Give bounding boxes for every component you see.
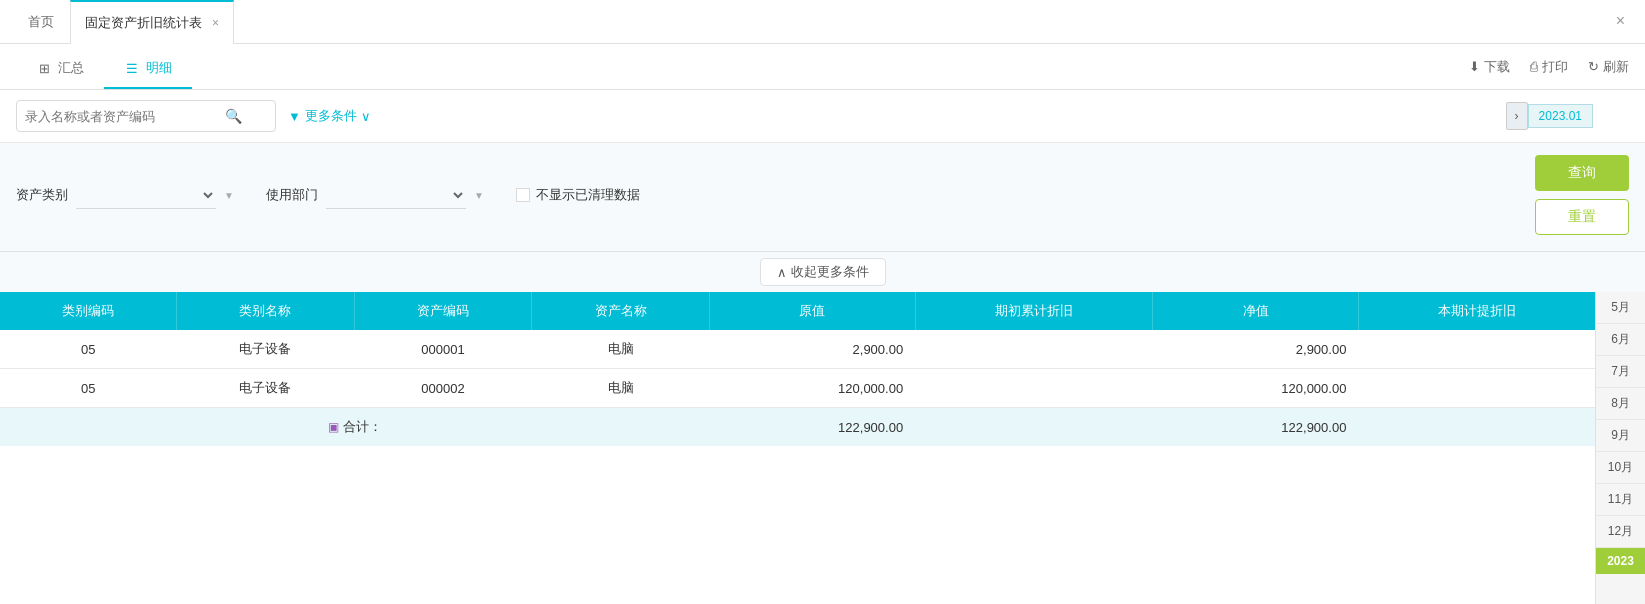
- tab-summary-label: 汇总: [58, 59, 84, 77]
- nav-tab[interactable]: 固定资产折旧统计表 ×: [70, 0, 234, 44]
- col-header-category: 类别名称: [177, 292, 355, 330]
- nav-home[interactable]: 首页: [16, 0, 66, 44]
- collapse-icon: ∧: [777, 265, 787, 280]
- cell-asset-code: 000001: [354, 330, 532, 369]
- cell-category: 电子设备: [177, 369, 355, 408]
- month-item[interactable]: 9月: [1596, 420, 1646, 452]
- col-header-code: 类别编码: [0, 292, 177, 330]
- search-input[interactable]: [25, 109, 225, 124]
- chevron-right-btn[interactable]: ›: [1506, 102, 1528, 130]
- sum-label: 合计：: [343, 418, 382, 436]
- asset-type-label: 资产类别: [16, 186, 68, 204]
- more-filter-button[interactable]: ▼ 更多条件 ∨: [288, 107, 371, 125]
- search-icon: 🔍: [225, 108, 242, 124]
- dept-dropdown-icon: ▼: [474, 190, 484, 201]
- collapse-label: 收起更多条件: [791, 263, 869, 281]
- sum-accum-depr: [915, 408, 1153, 447]
- month-item[interactable]: 8月: [1596, 388, 1646, 420]
- sum-label-cell: ▣ 合计：: [0, 408, 710, 447]
- year-badge: 2023: [1596, 548, 1646, 574]
- cell-original: 2,900.00: [710, 330, 916, 369]
- query-button[interactable]: 查询: [1535, 155, 1629, 191]
- print-icon: ⎙: [1530, 59, 1538, 74]
- month-item[interactable]: 12月: [1596, 516, 1646, 548]
- reset-button[interactable]: 重置: [1535, 199, 1629, 235]
- sum-net-value: 122,900.00: [1153, 408, 1359, 447]
- no-cleared-label: 不显示已清理数据: [536, 186, 640, 204]
- cell-asset-name: 电脑: [532, 369, 710, 408]
- no-cleared-filter: 不显示已清理数据: [516, 186, 640, 204]
- month-item[interactable]: 6月: [1596, 324, 1646, 356]
- tab-detail[interactable]: ☰ 明细: [104, 49, 192, 89]
- cell-asset-code: 000002: [354, 369, 532, 408]
- dept-label: 使用部门: [266, 186, 318, 204]
- no-cleared-checkbox[interactable]: [516, 188, 530, 202]
- nav-tab-title: 固定资产折旧统计表: [85, 14, 202, 32]
- download-label: 下载: [1484, 58, 1510, 76]
- search-input-wrap: 🔍: [16, 100, 276, 132]
- asset-type-select[interactable]: [76, 181, 216, 209]
- sum-current-depr: [1358, 408, 1595, 447]
- cell-net-value: 120,000.00: [1153, 369, 1359, 408]
- asset-type-filter: 资产类别 ▼: [16, 181, 234, 209]
- cell-accum-depr: [915, 330, 1153, 369]
- col-header-original: 原值: [710, 292, 916, 330]
- sum-original: 122,900.00: [710, 408, 916, 447]
- tab-detail-label: 明细: [146, 59, 172, 77]
- collapse-bar[interactable]: ∧ 收起更多条件: [0, 252, 1645, 292]
- asset-type-dropdown-icon: ▼: [224, 190, 234, 201]
- col-header-asset-name: 资产名称: [532, 292, 710, 330]
- cell-code: 05: [0, 330, 177, 369]
- sum-row: ▣ 合计： 122,900.00 122,900.00: [0, 408, 1595, 447]
- print-label: 打印: [1542, 58, 1568, 76]
- cell-current-depr: [1358, 369, 1595, 408]
- cell-category: 电子设备: [177, 330, 355, 369]
- refresh-label: 刷新: [1603, 58, 1629, 76]
- dept-filter: 使用部门 ▼: [266, 181, 484, 209]
- cell-accum-depr: [915, 369, 1153, 408]
- close-window-icon[interactable]: ×: [1616, 12, 1625, 30]
- sum-icon: ▣: [328, 420, 339, 434]
- table-row: 05 电子设备 000001 电脑 2,900.00 2,900.00: [0, 330, 1595, 369]
- download-button[interactable]: ⬇ 下载: [1469, 58, 1510, 76]
- month-item[interactable]: 7月: [1596, 356, 1646, 388]
- col-header-current-depr: 本期计提折旧: [1358, 292, 1595, 330]
- cell-asset-name: 电脑: [532, 330, 710, 369]
- list-icon: ☰: [124, 60, 140, 76]
- filter-icon: ▼: [288, 109, 301, 124]
- data-table: 类别编码 类别名称 资产编码 资产名称 原值 期初累计折旧 净值 本期计提折旧 …: [0, 292, 1595, 446]
- dept-select[interactable]: [326, 181, 466, 209]
- nav-tab-close[interactable]: ×: [212, 16, 219, 30]
- col-header-asset-code: 资产编码: [354, 292, 532, 330]
- refresh-icon: ↻: [1588, 59, 1599, 74]
- more-filter-label: 更多条件: [305, 107, 357, 125]
- month-item[interactable]: 11月: [1596, 484, 1646, 516]
- month-item[interactable]: 10月: [1596, 452, 1646, 484]
- col-header-accum-depr: 期初累计折旧: [915, 292, 1153, 330]
- cell-original: 120,000.00: [710, 369, 916, 408]
- cell-net-value: 2,900.00: [1153, 330, 1359, 369]
- month-item[interactable]: 5月: [1596, 292, 1646, 324]
- layers-icon: ⊞: [36, 60, 52, 76]
- refresh-button[interactable]: ↻ 刷新: [1588, 58, 1629, 76]
- col-header-net-value: 净值: [1153, 292, 1359, 330]
- table-row: 05 电子设备 000002 电脑 120,000.00 120,000.00: [0, 369, 1595, 408]
- tab-summary[interactable]: ⊞ 汇总: [16, 49, 104, 89]
- cell-code: 05: [0, 369, 177, 408]
- download-icon: ⬇: [1469, 59, 1480, 74]
- print-button[interactable]: ⎙ 打印: [1530, 58, 1568, 76]
- cell-current-depr: [1358, 330, 1595, 369]
- date-indicator: 2023.01: [1528, 104, 1593, 128]
- chevron-down-icon: ∨: [361, 109, 371, 124]
